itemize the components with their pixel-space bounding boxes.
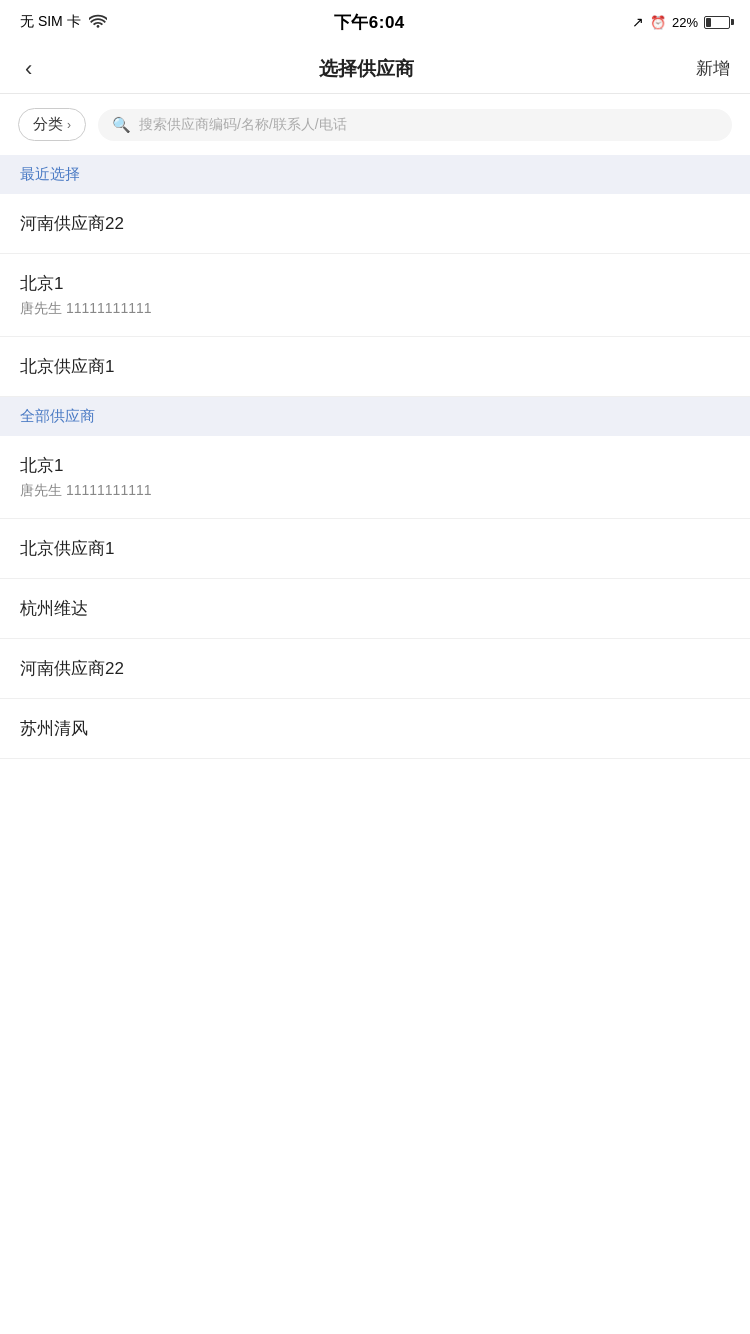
battery-percent: 22%: [672, 15, 698, 30]
status-bar: 无 SIM 卡 下午6:04 ↗ ⏰ 22%: [0, 0, 750, 44]
sim-label: 无 SIM 卡: [20, 13, 81, 31]
page-title: 选择供应商: [319, 56, 414, 82]
list-item[interactable]: 北京供应商1: [0, 519, 750, 579]
nav-bar: ‹ 选择供应商 新增: [0, 44, 750, 94]
supplier-list: 最近选择河南供应商22 北京1 唐先生 11111111111 北京供应商1 全部供应商…: [0, 155, 750, 759]
supplier-name: 北京供应商1: [20, 355, 730, 378]
wifi-icon: [89, 14, 107, 31]
supplier-name: 杭州维达: [20, 597, 730, 620]
list-item[interactable]: 杭州维达: [0, 579, 750, 639]
list-item[interactable]: 河南供应商22: [0, 639, 750, 699]
search-input[interactable]: 搜索供应商编码/名称/联系人/电话: [139, 116, 718, 134]
supplier-name: 河南供应商22: [20, 657, 730, 680]
supplier-name: 北京供应商1: [20, 537, 730, 560]
list-item[interactable]: 北京供应商1: [0, 337, 750, 397]
category-label: 分类: [33, 115, 63, 134]
status-right: ↗ ⏰ 22%: [632, 14, 730, 30]
section-header-recent: 最近选择: [0, 155, 750, 194]
section-header-text-all: 全部供应商: [20, 407, 95, 424]
supplier-name: 北京1: [20, 272, 730, 295]
status-time: 下午6:04: [334, 11, 405, 34]
filter-bar: 分类 › 🔍 搜索供应商编码/名称/联系人/电话: [0, 94, 750, 155]
supplier-contact: 唐先生 11111111111: [20, 300, 730, 318]
location-icon: ↗: [632, 14, 644, 30]
list-item[interactable]: 北京1 唐先生 11111111111: [0, 436, 750, 519]
chevron-right-icon: ›: [67, 118, 71, 132]
add-button[interactable]: 新增: [696, 57, 730, 80]
supplier-contact: 唐先生 11111111111: [20, 482, 730, 500]
search-icon: 🔍: [112, 116, 131, 134]
category-filter-button[interactable]: 分类 ›: [18, 108, 86, 141]
supplier-name: 河南供应商22: [20, 212, 730, 235]
supplier-name: 北京1: [20, 454, 730, 477]
battery-icon: [704, 16, 730, 29]
back-button[interactable]: ‹: [20, 51, 37, 87]
status-left: 无 SIM 卡: [20, 13, 107, 31]
list-item[interactable]: 河南供应商22: [0, 194, 750, 254]
section-header-text-recent: 最近选择: [20, 165, 80, 182]
list-item[interactable]: 北京1 唐先生 11111111111: [0, 254, 750, 337]
list-item[interactable]: 苏州清风: [0, 699, 750, 759]
search-box[interactable]: 🔍 搜索供应商编码/名称/联系人/电话: [98, 109, 732, 141]
section-header-all: 全部供应商: [0, 397, 750, 436]
supplier-name: 苏州清风: [20, 717, 730, 740]
alarm-icon: ⏰: [650, 15, 666, 30]
